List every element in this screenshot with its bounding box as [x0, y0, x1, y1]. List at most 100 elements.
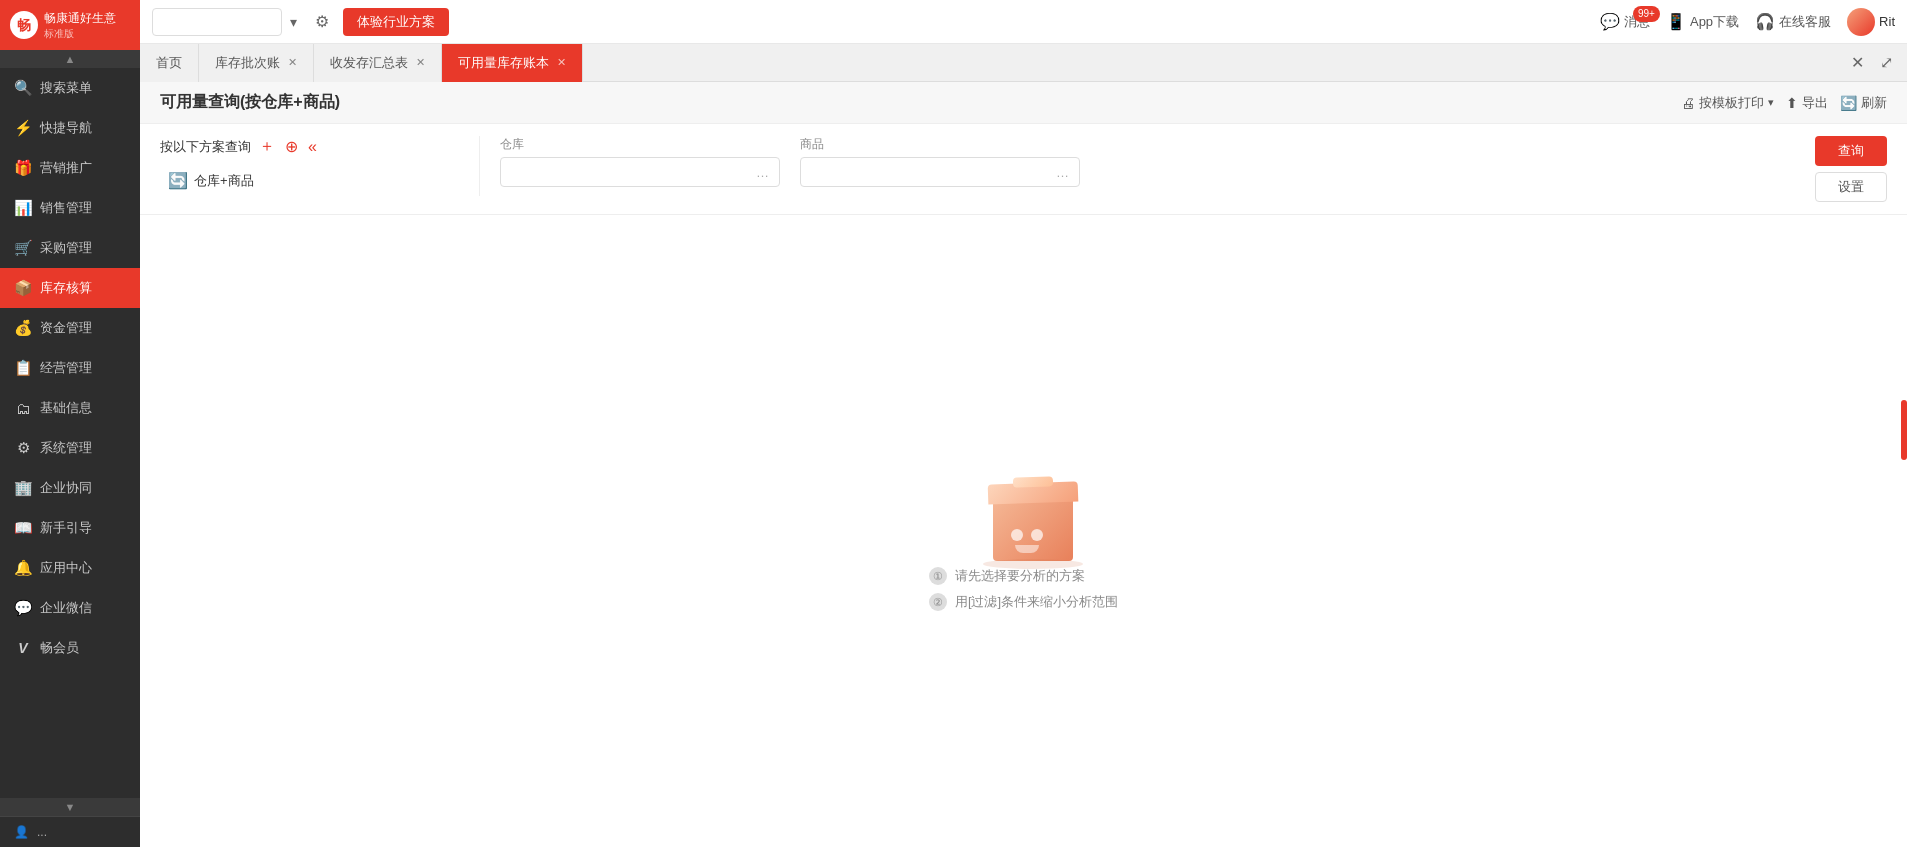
- hint-number-2: ②: [929, 593, 947, 611]
- template-print-label: 按模板打印: [1699, 94, 1764, 112]
- filter-add-button[interactable]: ＋: [257, 136, 277, 157]
- empty-hint-1: ① 请先选择要分析的方案: [929, 567, 1118, 585]
- sidebar-item-app-center[interactable]: 🔔 应用中心: [0, 548, 140, 588]
- basic-info-icon: 🗂: [14, 400, 32, 417]
- empty-hint-2: ② 用[过滤]条件来缩小分析范围: [929, 593, 1118, 611]
- main-area: ▾ ⚙ 体验行业方案 💬 消息 99+ 📱 App下载 🎧 在线客服 Rit: [140, 0, 1907, 847]
- sidebar-item-purchase[interactable]: 🛒 采购管理: [0, 228, 140, 268]
- sidebar-item-wechat-label: 企业微信: [40, 599, 92, 617]
- filter-fields-section: 仓库 … 商品 …: [480, 136, 1803, 187]
- hint-text-1: 请先选择要分析的方案: [955, 567, 1085, 585]
- right-scroll-indicator[interactable]: [1901, 400, 1907, 460]
- sidebar-bottom-icon: 👤: [14, 825, 29, 839]
- topbar-dropdown-button[interactable]: ▾: [286, 12, 301, 32]
- wechat-icon: 💬: [14, 599, 32, 617]
- warehouse-input-container: …: [500, 157, 780, 187]
- app-center-icon: 🔔: [14, 559, 32, 577]
- sidebar-item-member[interactable]: V 畅会员: [0, 628, 140, 668]
- logo-name: 畅康通好生意: [44, 10, 116, 27]
- sidebar-item-search[interactable]: 🔍 搜索菜单: [0, 68, 140, 108]
- export-label: 导出: [1802, 94, 1828, 112]
- topbar-search-input[interactable]: [152, 8, 282, 36]
- username-label: Rit: [1879, 14, 1895, 29]
- app-download-action[interactable]: 📱 App下载: [1666, 12, 1739, 31]
- refresh-icon: 🔄: [1840, 95, 1857, 111]
- printer-icon: 🖨: [1681, 95, 1695, 111]
- operations-icon: 📋: [14, 359, 32, 377]
- sales-icon: 📊: [14, 199, 32, 217]
- sidebar-item-finance[interactable]: 💰 资金管理: [0, 308, 140, 348]
- sidebar-item-operations-label: 经营管理: [40, 359, 92, 377]
- filter-field-warehouse: 仓库 …: [500, 136, 780, 187]
- sidebar-item-enterprise[interactable]: 🏢 企业协同: [0, 468, 140, 508]
- scheme-item-icon: 🔄: [168, 171, 188, 190]
- message-action[interactable]: 💬 消息 99+: [1600, 12, 1650, 31]
- marketing-icon: 🎁: [14, 159, 32, 177]
- goods-input[interactable]: [807, 165, 1052, 180]
- tab-batch-ledger[interactable]: 库存批次账 ✕: [199, 44, 314, 82]
- sidebar-item-inventory[interactable]: 📦 库存核算: [0, 268, 140, 308]
- empty-hints: ① 请先选择要分析的方案 ② 用[过滤]条件来缩小分析范围: [929, 567, 1118, 611]
- filter-settings-icon-button[interactable]: ⊕: [283, 137, 300, 156]
- sidebar-logo: 畅 畅康通好生意 标准版: [0, 0, 140, 50]
- tab-expand-button[interactable]: ⤢: [1874, 51, 1899, 74]
- warehouse-more-icon[interactable]: …: [752, 165, 773, 180]
- filter-collapse-button[interactable]: «: [306, 138, 319, 156]
- tab-collect-ledger-close[interactable]: ✕: [416, 56, 425, 69]
- logo-badge: 标准版: [44, 27, 116, 40]
- filter-scheme-item-warehouse-goods[interactable]: 🔄 仓库+商品: [160, 165, 463, 196]
- tab-home-label: 首页: [156, 54, 182, 72]
- online-service-action[interactable]: 🎧 在线客服: [1755, 12, 1831, 31]
- settings-button[interactable]: 设置: [1815, 172, 1887, 202]
- content-area: ① 请先选择要分析的方案 ② 用[过滤]条件来缩小分析范围: [140, 215, 1907, 847]
- tab-batch-ledger-close[interactable]: ✕: [288, 56, 297, 69]
- page-header-actions: 🖨 按模板打印 ▾ ⬆ 导出 🔄 刷新: [1681, 94, 1887, 112]
- sidebar-bottom[interactable]: 👤 ...: [0, 816, 140, 847]
- tab-available-ledger-close[interactable]: ✕: [557, 56, 566, 69]
- tab-available-ledger-label: 可用量库存账本: [458, 54, 549, 72]
- system-icon: ⚙: [14, 439, 32, 457]
- sidebar-item-inventory-label: 库存核算: [40, 279, 92, 297]
- online-service-label: 在线客服: [1779, 13, 1831, 31]
- hint-text-2: 用[过滤]条件来缩小分析范围: [955, 593, 1118, 611]
- sidebar-item-guide-label: 新手引导: [40, 519, 92, 537]
- template-print-action[interactable]: 🖨 按模板打印 ▾: [1681, 94, 1774, 112]
- tab-available-ledger[interactable]: 可用量库存账本 ✕: [442, 44, 583, 82]
- sidebar-item-app-center-label: 应用中心: [40, 559, 92, 577]
- sidebar-scroll-down[interactable]: ▼: [0, 798, 140, 816]
- finance-icon: 💰: [14, 319, 32, 337]
- sidebar-scroll-up[interactable]: ▲: [0, 50, 140, 68]
- sidebar-item-wechat[interactable]: 💬 企业微信: [0, 588, 140, 628]
- sidebar-item-sales[interactable]: 📊 销售管理: [0, 188, 140, 228]
- app-download-label: App下载: [1690, 13, 1739, 31]
- sidebar-item-basic-info[interactable]: 🗂 基础信息: [0, 388, 140, 428]
- tab-collect-ledger[interactable]: 收发存汇总表 ✕: [314, 44, 442, 82]
- trial-btn[interactable]: 体验行业方案: [343, 8, 449, 36]
- tab-batch-ledger-label: 库存批次账: [215, 54, 280, 72]
- export-action[interactable]: ⬆ 导出: [1786, 94, 1828, 112]
- user-profile[interactable]: Rit: [1847, 8, 1895, 36]
- sidebar-item-system[interactable]: ⚙ 系统管理: [0, 428, 140, 468]
- sidebar-item-guide[interactable]: 📖 新手引导: [0, 508, 140, 548]
- tab-close-all-button[interactable]: ✕: [1845, 51, 1870, 74]
- goods-more-icon[interactable]: …: [1052, 165, 1073, 180]
- filter-field-goods: 商品 …: [800, 136, 1080, 187]
- query-button[interactable]: 查询: [1815, 136, 1887, 166]
- sidebar-bottom-label: ...: [37, 825, 47, 839]
- sidebar-item-operations[interactable]: 📋 经营管理: [0, 348, 140, 388]
- sidebar-item-search-label: 搜索菜单: [40, 79, 92, 97]
- tabbar-end: ✕ ⤢: [1845, 51, 1907, 74]
- tab-home[interactable]: 首页: [140, 44, 199, 82]
- quick-nav-icon: ⚡: [14, 119, 32, 137]
- sidebar-item-enterprise-label: 企业协同: [40, 479, 92, 497]
- warehouse-input[interactable]: [507, 165, 752, 180]
- filter-scheme-section: 按以下方案查询 ＋ ⊕ « 🔄 仓库+商品: [160, 136, 480, 196]
- message-icon: 💬: [1600, 12, 1620, 31]
- empty-illustration: [973, 451, 1073, 551]
- refresh-action[interactable]: 🔄 刷新: [1840, 94, 1887, 112]
- filter-actions: 查询 设置: [1803, 136, 1887, 202]
- sidebar-item-marketing[interactable]: 🎁 营销推广: [0, 148, 140, 188]
- topbar-gear-button[interactable]: ⚙: [309, 10, 335, 33]
- template-print-dropdown-icon: ▾: [1768, 96, 1774, 109]
- sidebar-item-quick-nav[interactable]: ⚡ 快捷导航: [0, 108, 140, 148]
